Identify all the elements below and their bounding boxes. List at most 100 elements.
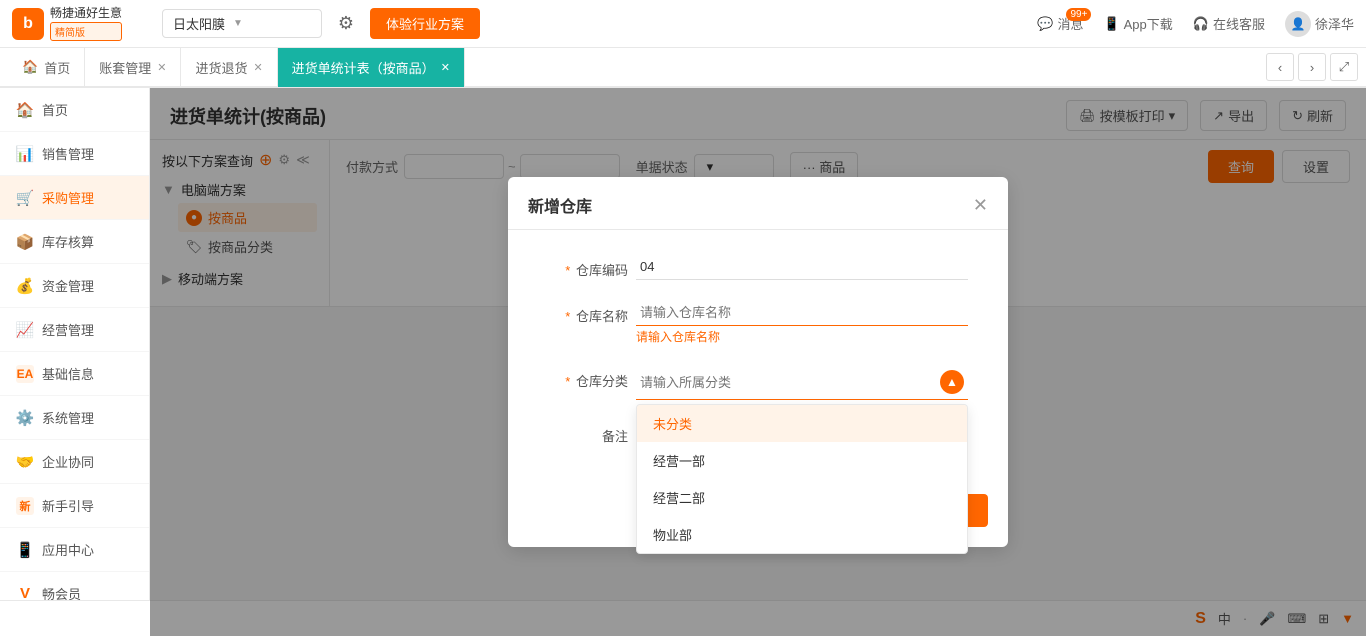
header-right: 💬 消息 99+ 📱 App下载 🎧 在线客服 👤 徐泽华 — [1037, 11, 1354, 37]
app-label: App下载 — [1124, 14, 1173, 33]
dropdown-item-property[interactable]: 物业部 — [637, 516, 967, 553]
sidebar-item-finance[interactable]: 💰 资金管理 — [0, 264, 149, 308]
category-label-text: 仓库分类 — [576, 374, 628, 389]
code-input-wrapper — [636, 254, 968, 280]
app-icon: 📱 — [1103, 16, 1119, 32]
tab-next-btn[interactable]: › — [1298, 53, 1326, 81]
message-badge: 99+ — [1066, 8, 1091, 21]
dropdown-item-dept2[interactable]: 经营二部 — [637, 479, 967, 516]
tab-purchase-stats[interactable]: 进货单统计表（按商品） ✕ — [278, 47, 465, 87]
category-dropdown: 未分类 经营一部 经营二部 物业部 — [636, 404, 968, 554]
basic-icon: EA — [16, 365, 34, 383]
gear-button[interactable]: ⚙ — [330, 8, 362, 40]
tab-home[interactable]: 🏠 首页 — [8, 47, 85, 87]
apps-icon: 📱 — [16, 541, 34, 559]
name-input[interactable] — [636, 300, 968, 326]
note-label-text: 备注 — [602, 429, 628, 444]
sidebar-purchase-label: 采购管理 — [42, 188, 94, 207]
online-service-btn[interactable]: 🎧 在线客服 — [1193, 14, 1265, 33]
tab-account-label: 账套管理 — [99, 58, 151, 77]
operation-icon: 📈 — [16, 321, 34, 339]
modal-header: 新增仓库 ✕ — [508, 177, 1008, 230]
sidebar-basic-label: 基础信息 — [42, 364, 94, 383]
sidebar-operation-label: 经营管理 — [42, 320, 94, 339]
code-field-row: * 仓库编码 — [548, 254, 968, 280]
tab-home-label: 首页 — [44, 58, 70, 77]
code-label-text: 仓库编码 — [576, 263, 628, 278]
sidebar-sales-label: 销售管理 — [42, 144, 94, 163]
main-layout: 🏠 首页 📊 销售管理 🛒 采购管理 📦 库存核算 💰 资金管理 📈 经营管理 … — [0, 88, 1366, 636]
logo-text: 畅捷通好生意 — [50, 6, 122, 22]
finance-icon: 💰 — [16, 277, 34, 295]
modal-close-btn[interactable]: ✕ — [973, 195, 988, 216]
dropdown-item-unclassified[interactable]: 未分类 — [637, 405, 967, 442]
username: 徐泽华 — [1315, 14, 1354, 33]
modal-body: * 仓库编码 * 仓库名称 — [508, 230, 1008, 482]
headset-icon: 🎧 — [1193, 16, 1209, 32]
system-icon: ⚙️ — [16, 409, 34, 427]
logo-text-block: 畅捷通好生意 精简版 — [50, 6, 122, 41]
modal-overlay[interactable]: 新增仓库 ✕ * 仓库编码 — [150, 88, 1366, 636]
sidebar-guide-label: 新手引导 — [42, 496, 94, 515]
sidebar-item-basic[interactable]: EA 基础信息 — [0, 352, 149, 396]
name-error-msg: 请输入仓库名称 — [636, 328, 968, 345]
home-icon: 🏠 — [22, 59, 38, 75]
sidebar-item-sales[interactable]: 📊 销售管理 — [0, 132, 149, 176]
code-label: * 仓库编码 — [548, 254, 628, 279]
category-input-row: ▲ — [636, 365, 968, 400]
tab-bar: 🏠 首页 账套管理 ✕ 进货退货 ✕ 进货单统计表（按商品） ✕ ‹ › ⤢ — [0, 48, 1366, 88]
message-btn[interactable]: 💬 消息 99+ — [1037, 14, 1083, 33]
category-field-row: * 仓库分类 ▲ 未分类 经营一部 经 — [548, 365, 968, 400]
service-label: 在线客服 — [1213, 14, 1265, 33]
inventory-icon: 📦 — [16, 233, 34, 251]
logo-char: b — [23, 15, 33, 33]
trial-button[interactable]: 体验行业方案 — [370, 8, 480, 39]
category-input-wrapper: ▲ 未分类 经营一部 经营二部 物业部 — [636, 365, 968, 400]
sidebar-item-system[interactable]: ⚙️ 系统管理 — [0, 396, 149, 440]
store-name: 日太阳膜 — [173, 14, 225, 33]
code-required-star: * — [565, 263, 570, 278]
store-selector[interactable]: 日太阳膜 ▼ — [162, 9, 322, 38]
category-label: * 仓库分类 — [548, 365, 628, 390]
sidebar-collab-label: 企业协同 — [42, 452, 94, 471]
add-warehouse-modal: 新增仓库 ✕ * 仓库编码 — [508, 177, 1008, 547]
tab-prev-btn[interactable]: ‹ — [1266, 53, 1294, 81]
logo-icon: b — [12, 8, 44, 40]
logo-area: b 畅捷通好生意 精简版 — [12, 6, 162, 41]
category-dropdown-toggle[interactable]: ▲ — [940, 370, 964, 394]
modal-title: 新增仓库 — [528, 193, 592, 217]
tab-purchase-return-label: 进货退货 — [195, 58, 247, 77]
sidebar-item-operation[interactable]: 📈 经营管理 — [0, 308, 149, 352]
sidebar: 🏠 首页 📊 销售管理 🛒 采购管理 📦 库存核算 💰 资金管理 📈 经营管理 … — [0, 88, 150, 636]
sidebar-item-inventory[interactable]: 📦 库存核算 — [0, 220, 149, 264]
category-required-star: * — [565, 374, 570, 389]
note-label: 备注 — [548, 420, 628, 445]
sidebar-finance-label: 资金管理 — [42, 276, 94, 295]
app-download-btn[interactable]: 📱 App下载 — [1103, 14, 1172, 33]
sidebar-item-purchase[interactable]: 🛒 采购管理 — [0, 176, 149, 220]
sidebar-item-collab[interactable]: 🤝 企业协同 — [0, 440, 149, 484]
dropdown-item-dept1[interactable]: 经营一部 — [637, 442, 967, 479]
code-input[interactable] — [636, 254, 968, 280]
category-input[interactable] — [640, 375, 936, 390]
user-avatar-btn[interactable]: 👤 徐泽华 — [1285, 11, 1354, 37]
tab-purchase-return-close[interactable]: ✕ — [253, 61, 262, 74]
sales-icon: 📊 — [16, 145, 34, 163]
sidebar-item-guide[interactable]: 新 新手引导 — [0, 484, 149, 528]
message-icon: 💬 — [1037, 16, 1053, 32]
tab-purchase-return[interactable]: 进货退货 ✕ — [181, 47, 277, 87]
tab-purchase-stats-close[interactable]: ✕ — [441, 61, 450, 74]
sidebar-item-apps[interactable]: 📱 应用中心 — [0, 528, 149, 572]
tab-expand-btn[interactable]: ⤢ — [1330, 53, 1358, 81]
tab-account-close[interactable]: ✕ — [157, 61, 166, 74]
sidebar-home-label: 首页 — [42, 100, 68, 119]
sidebar-inventory-label: 库存核算 — [42, 232, 94, 251]
tab-account[interactable]: 账套管理 ✕ — [85, 47, 181, 87]
sidebar-item-home[interactable]: 🏠 首页 — [0, 88, 149, 132]
name-required-star: * — [565, 309, 570, 324]
logo-badge: 精简版 — [50, 22, 122, 41]
guide-icon: 新 — [16, 497, 34, 515]
name-label: * 仓库名称 — [548, 300, 628, 325]
tab-right-actions: ‹ › ⤢ — [1266, 53, 1366, 81]
sidebar-system-label: 系统管理 — [42, 408, 94, 427]
